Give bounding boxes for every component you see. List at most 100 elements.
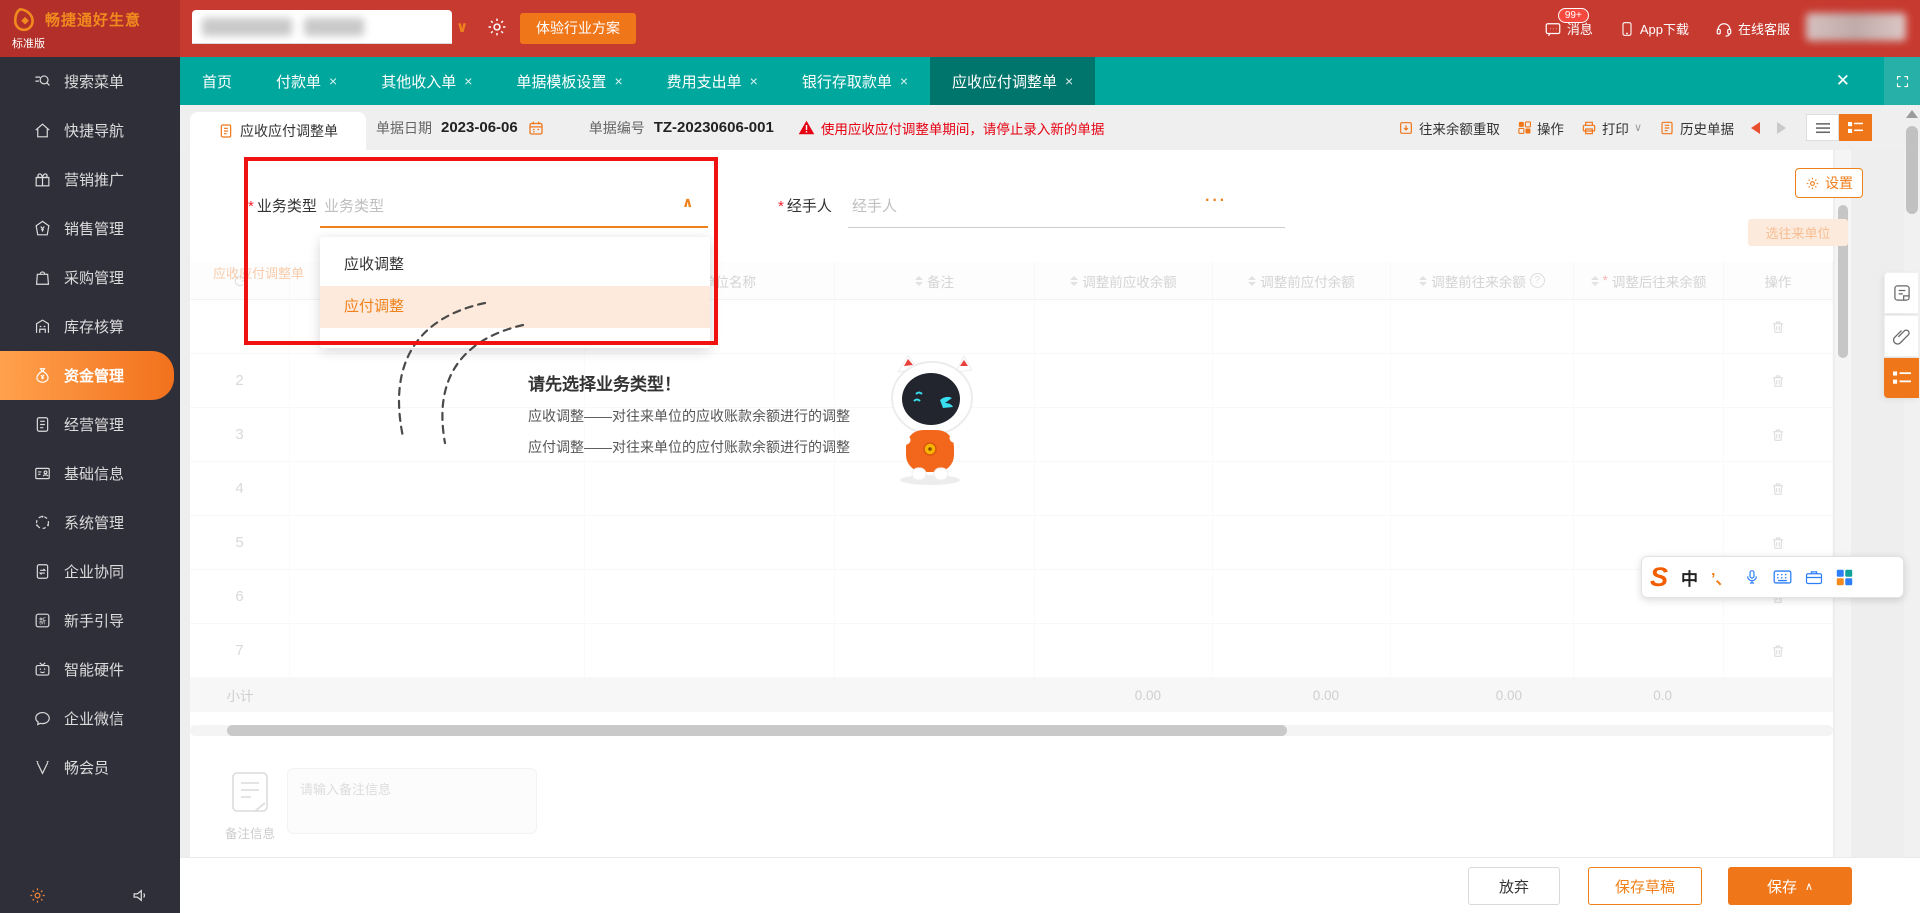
page-scrollbar-track[interactable]	[1904, 105, 1920, 913]
ime-language-mode[interactable]: 中	[1681, 565, 1698, 590]
print-button[interactable]: 打印 ∨	[1581, 118, 1642, 138]
table-body: 234567	[190, 300, 1833, 678]
sidebar-item-member[interactable]: 畅会员	[0, 743, 180, 792]
sidebar-settings-gear-icon[interactable]	[28, 886, 47, 905]
delete-row-button[interactable]	[1724, 354, 1833, 407]
sidebar-item-operations[interactable]: 经营管理	[0, 400, 180, 449]
attachment-button[interactable]	[1884, 315, 1919, 357]
empty-cell	[1391, 300, 1574, 353]
ime-mic-icon[interactable]	[1744, 568, 1760, 586]
sidebar-item-funds[interactable]: 资金管理	[0, 351, 174, 400]
next-doc-icon[interactable]	[1777, 121, 1786, 134]
sidebar-item-inventory[interactable]: 库存核算	[0, 302, 180, 351]
fullscreen-corner[interactable]	[1884, 57, 1920, 105]
biz-type-input[interactable]: 业务类型	[324, 195, 384, 216]
calendar-icon[interactable]	[527, 119, 545, 137]
app-download-item[interactable]: App下载	[1619, 19, 1689, 38]
sidebar-item-quick-nav[interactable]: 快捷导航	[0, 106, 180, 155]
sidebar-item-sales[interactable]: 销售管理	[0, 204, 180, 253]
sidebar-item-smart-hardware[interactable]: 智能硬件	[0, 645, 180, 694]
handler-input[interactable]: 经手人	[852, 195, 897, 216]
save-draft-button[interactable]: 保存草稿	[1588, 867, 1702, 905]
tab-close-icon[interactable]: ×	[750, 73, 758, 89]
tab-ar-ap-adjustment[interactable]: 应收应付调整单 ×	[930, 57, 1096, 105]
tab-close-icon[interactable]: ×	[329, 73, 337, 89]
doc-date-label: 单据日期	[376, 119, 432, 136]
sidebar-sound-icon[interactable]	[131, 886, 150, 905]
table-header-remark[interactable]: 备注	[835, 262, 1035, 299]
save-button[interactable]: 保存 ∧	[1728, 867, 1852, 905]
tab-template-settings[interactable]: 单据模板设置 ×	[494, 57, 644, 105]
clipboard-sync-icon	[36, 564, 49, 579]
tab-expense[interactable]: 费用支出单 ×	[645, 57, 780, 105]
delete-row-button[interactable]	[1724, 462, 1833, 515]
empty-cell	[290, 624, 585, 677]
prev-doc-icon[interactable]	[1751, 121, 1760, 134]
ime-toolbox-icon[interactable]	[1805, 569, 1823, 586]
empty-cell	[290, 516, 585, 569]
tab-close-icon[interactable]: ×	[900, 73, 908, 89]
clipboard-icon	[36, 417, 49, 432]
sidebar-item-wechat-work[interactable]: 企业微信	[0, 694, 180, 743]
note-input[interactable]: 请输入备注信息	[287, 768, 537, 834]
biz-type-chevron-up-icon[interactable]: ∧	[682, 194, 693, 211]
table-header-pre-balance[interactable]: 调整前往来余额?	[1391, 262, 1574, 299]
settings-button[interactable]: 设置	[1795, 168, 1863, 198]
tab-payment[interactable]: 付款单 ×	[254, 57, 359, 105]
dropdown-option-payable[interactable]: 应付调整	[320, 286, 710, 328]
tab-close-icon[interactable]: ×	[614, 73, 622, 89]
document-type-pill[interactable]: 应收应付调整单	[190, 112, 366, 150]
horizontal-scrollbar-thumb[interactable]	[227, 725, 1287, 736]
online-service-item[interactable]: 在线客服	[1715, 19, 1790, 38]
sidebar-item-marketing[interactable]: 营销推广	[0, 155, 180, 204]
tab-close-icon[interactable]: ×	[464, 73, 472, 89]
empty-cell	[585, 462, 835, 515]
tab-bank[interactable]: 银行存取款单 ×	[780, 57, 930, 105]
sidebar-item-system[interactable]: 系统管理	[0, 498, 180, 547]
handler-more-icon[interactable]: ···	[1205, 192, 1227, 210]
sidebar-item-search-menu[interactable]: 搜索菜单	[0, 57, 180, 106]
table-header-post-balance[interactable]: * 调整后往来余额	[1574, 262, 1724, 299]
sidebar-item-procurement[interactable]: 采购管理	[0, 253, 180, 302]
ime-punctuation-icon[interactable]: ’、	[1711, 565, 1731, 589]
side-panel-button[interactable]	[1884, 358, 1919, 398]
doc-number-value[interactable]: TZ-20230606-001	[654, 119, 774, 136]
rebalance-button[interactable]: 往来余额重取	[1398, 118, 1500, 138]
select-partner-button[interactable]: 选往来单位	[1748, 219, 1848, 246]
company-selector[interactable]	[192, 10, 452, 44]
abandon-button[interactable]: 放弃	[1468, 867, 1560, 905]
scrollbar-up-arrow[interactable]	[1906, 110, 1918, 118]
list-view-toggle[interactable]	[1806, 114, 1839, 141]
company-selector-caret-icon[interactable]: ∨	[456, 18, 468, 36]
user-account-area[interactable]	[1806, 13, 1906, 41]
page-scrollbar-thumb[interactable]	[1906, 126, 1918, 214]
doc-date-value[interactable]: 2023-06-06	[441, 119, 518, 136]
sogou-logo-icon[interactable]: S	[1650, 562, 1668, 593]
sidebar-item-collaboration[interactable]: 企业协同	[0, 547, 180, 596]
delete-row-button[interactable]	[1724, 624, 1833, 677]
close-all-tabs-icon[interactable]: ✕	[1836, 71, 1850, 91]
help-icon[interactable]: ?	[1529, 273, 1545, 288]
actions-menu-button[interactable]: 操作	[1517, 118, 1564, 138]
table-header-pre-ap[interactable]: 调整前应付余额	[1213, 262, 1391, 299]
try-industry-button[interactable]: 体验行业方案	[520, 13, 636, 44]
tab-other-income[interactable]: 其他收入单 ×	[359, 57, 494, 105]
draft-note-button[interactable]	[1884, 272, 1919, 314]
chat-bubble-icon	[35, 711, 50, 726]
sidebar-item-newbie-guide[interactable]: 新 新手引导	[0, 596, 180, 645]
trash-icon	[1773, 536, 1783, 549]
ime-keyboard-icon[interactable]	[1773, 569, 1792, 585]
delete-row-button[interactable]	[1724, 300, 1833, 353]
tab-close-icon[interactable]: ×	[1065, 73, 1073, 89]
tab-home[interactable]: 首页	[180, 57, 254, 105]
table-header-pre-ar[interactable]: 调整前应收余额	[1035, 262, 1213, 299]
empty-cell	[1213, 408, 1391, 461]
ime-skin-grid-icon[interactable]	[1836, 569, 1853, 586]
detail-view-toggle[interactable]	[1839, 114, 1872, 141]
dropdown-option-receivable[interactable]: 应收调整	[320, 244, 710, 286]
history-button[interactable]: 历史单据	[1659, 118, 1734, 138]
sidebar-item-base-info[interactable]: 基础信息	[0, 449, 180, 498]
header-gear-icon[interactable]	[486, 16, 508, 43]
delete-row-button[interactable]	[1724, 408, 1833, 461]
messages-item[interactable]: 99+ 消息	[1544, 8, 1593, 38]
